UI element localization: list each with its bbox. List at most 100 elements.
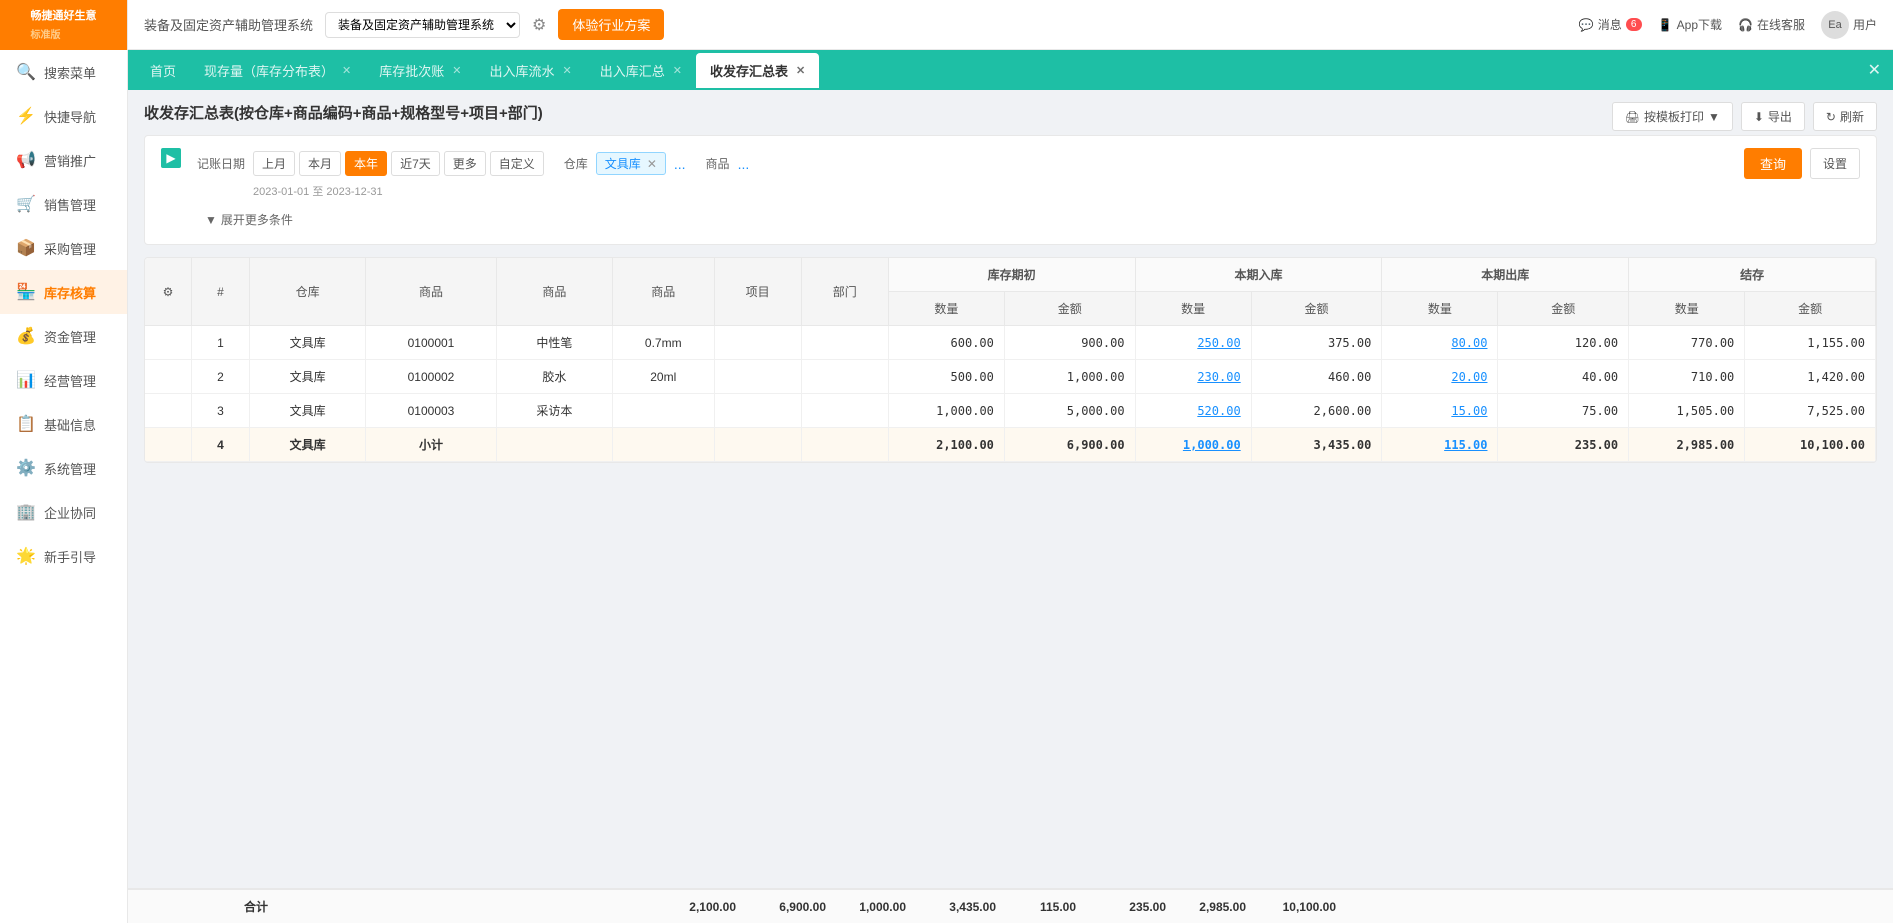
expand-more-btn[interactable]: ▼ 展开更多条件 (197, 207, 1860, 232)
sidebar-item-enterprise[interactable]: 🏢 企业协同 (0, 490, 127, 534)
expand-arrow[interactable]: ▶ (161, 148, 181, 168)
row1-out-qty[interactable]: 80.00 (1382, 326, 1498, 360)
row3-out-qty[interactable]: 15.00 (1382, 394, 1498, 428)
message-action[interactable]: 💬 消息 6 (1579, 16, 1642, 33)
sidebar-item-basic[interactable]: 📋 基础信息 (0, 402, 127, 446)
tab-batch[interactable]: 库存批次账 ✕ (365, 53, 475, 88)
settings-icon[interactable]: ⚙ (532, 15, 546, 35)
row1-in-amt: 375.00 (1251, 326, 1382, 360)
sidebar: 畅捷通好生意 标准版 🔍 搜索菜单 ⚡ 快捷导航 📢 营销推广 🛒 销售管理 📦… (0, 0, 128, 923)
sidebar-label-quicknav: 快捷导航 (44, 107, 96, 126)
subtotal-out-qty[interactable]: 115.00 (1382, 428, 1498, 462)
refresh-icon: ↻ (1826, 110, 1836, 124)
row2-dept (801, 360, 888, 394)
print-button[interactable]: 🖨 按模板打印 ▼ (1612, 102, 1733, 131)
sidebar-item-purchase[interactable]: 📦 采购管理 (0, 226, 127, 270)
th-opening-qty: 数量 (888, 292, 1004, 326)
sidebar-item-marketing[interactable]: 📢 营销推广 (0, 138, 127, 182)
row1-out-amt: 120.00 (1498, 326, 1629, 360)
experience-button[interactable]: 体验行业方案 (558, 9, 664, 40)
export-button[interactable]: ⬇ 导出 (1741, 102, 1805, 131)
tab-inout-flow-close[interactable]: ✕ (563, 64, 572, 77)
sidebar-item-sales[interactable]: 🛒 销售管理 (0, 182, 127, 226)
th-in-qty: 数量 (1135, 292, 1251, 326)
date-btn-custom[interactable]: 自定义 (490, 151, 544, 176)
settings-btn[interactable]: 设置 (1810, 148, 1860, 179)
row3-settings (145, 394, 191, 428)
app-download-action[interactable]: 📱 App下载 (1658, 16, 1722, 33)
sidebar-item-operation[interactable]: 📊 经营管理 (0, 358, 127, 402)
row3-dept (801, 394, 888, 428)
tab-inventory-dist-close[interactable]: ✕ (342, 64, 351, 77)
row2-goods: 胶水 (496, 360, 612, 394)
sidebar-item-inventory[interactable]: 🏪 库存核算 (0, 270, 127, 314)
date-label: 记账日期 (197, 155, 245, 172)
subtotal-balance-qty: 2,985.00 (1629, 428, 1745, 462)
building-icon: 🏢 (16, 502, 36, 522)
date-buttons: 上月 本月 本年 近7天 更多 自定义 (253, 151, 544, 176)
goods-dots[interactable]: ... (738, 156, 750, 172)
warehouse-tag-close[interactable]: ✕ (647, 157, 657, 171)
goods-label: 商品 (706, 155, 730, 172)
online-service-action[interactable]: 🎧 在线客服 (1738, 16, 1805, 33)
row2-settings (145, 360, 191, 394)
date-btn-7days[interactable]: 近7天 (391, 151, 440, 176)
row3-out-amt: 75.00 (1498, 394, 1629, 428)
tab-home-label: 首页 (150, 61, 176, 80)
subtotal-project (714, 428, 801, 462)
tab-inout-summary[interactable]: 出入库汇总 ✕ (586, 53, 696, 88)
row3-balance-qty: 1,505.00 (1629, 394, 1745, 428)
th-goods: 商品 (496, 258, 612, 326)
query-button[interactable]: 查询 (1744, 148, 1802, 179)
app-download-label: App下载 (1677, 16, 1722, 33)
row2-in-qty[interactable]: 230.00 (1135, 360, 1251, 394)
tab-batch-close[interactable]: ✕ (452, 64, 461, 77)
sidebar-item-search[interactable]: 🔍 搜索菜单 (0, 50, 127, 94)
sidebar-label-operation: 经营管理 (44, 371, 96, 390)
date-btn-last-month[interactable]: 上月 (253, 151, 295, 176)
row3-opening-qty: 1,000.00 (888, 394, 1004, 428)
tab-home[interactable]: 首页 (136, 53, 190, 88)
subtotal-in-qty[interactable]: 1,000.00 (1135, 428, 1251, 462)
row3-in-amt: 2,600.00 (1251, 394, 1382, 428)
footer-in-qty: 1,000.00 (826, 900, 906, 914)
row1-balance-qty: 770.00 (1629, 326, 1745, 360)
row1-opening-qty: 600.00 (888, 326, 1004, 360)
store-icon: 🏪 (16, 282, 36, 302)
row3-code: 0100003 (366, 394, 497, 428)
header-right: 💬 消息 6 📱 App下载 🎧 在线客服 Ea 用户 (1579, 11, 1877, 39)
row1-settings (145, 326, 191, 360)
user-action[interactable]: Ea 用户 (1821, 11, 1877, 39)
sidebar-item-guide[interactable]: 🌟 新手引导 (0, 534, 127, 578)
th-code: 商品 (366, 258, 497, 326)
row3-spec (612, 394, 714, 428)
row2-out-amt: 40.00 (1498, 360, 1629, 394)
footer-in-amt: 3,435.00 (906, 900, 996, 914)
tab-stock-summary-close[interactable]: ✕ (796, 64, 805, 77)
subtotal-num: 4 (191, 428, 249, 462)
system-select[interactable]: 装备及固定资产辅助管理系统 (325, 12, 520, 38)
table-row: 1 文具库 0100001 中性笔 0.7mm 600.00 900.00 25… (145, 326, 1876, 360)
warehouse-dots[interactable]: ... (674, 156, 686, 172)
row3-in-qty[interactable]: 520.00 (1135, 394, 1251, 428)
tab-inventory-dist[interactable]: 现存量（库存分布表） ✕ (190, 53, 365, 88)
footer-opening-qty: 2,100.00 (656, 900, 736, 914)
sidebar-item-finance[interactable]: 💰 资金管理 (0, 314, 127, 358)
row2-num: 2 (191, 360, 249, 394)
warehouse-filter: 仓库 文具库 ✕ ... (564, 152, 686, 175)
th-balance-group: 结存 (1629, 258, 1876, 292)
tab-inout-flow[interactable]: 出入库流水 ✕ (475, 53, 585, 88)
row1-in-qty[interactable]: 250.00 (1135, 326, 1251, 360)
tab-bar-close[interactable]: ✕ (1864, 56, 1885, 84)
warehouse-tag: 文具库 ✕ (596, 152, 666, 175)
date-btn-this-year[interactable]: 本年 (345, 151, 387, 176)
tab-inout-summary-close[interactable]: ✕ (673, 64, 682, 77)
refresh-button[interactable]: ↻ 刷新 (1813, 102, 1877, 131)
date-btn-this-month[interactable]: 本月 (299, 151, 341, 176)
tab-stock-summary[interactable]: 收发存汇总表 ✕ (696, 53, 819, 88)
subtotal-in-amt: 3,435.00 (1251, 428, 1382, 462)
date-btn-more[interactable]: 更多 (444, 151, 486, 176)
sidebar-item-system[interactable]: ⚙️ 系统管理 (0, 446, 127, 490)
row2-out-qty[interactable]: 20.00 (1382, 360, 1498, 394)
sidebar-item-quicknav[interactable]: ⚡ 快捷导航 (0, 94, 127, 138)
